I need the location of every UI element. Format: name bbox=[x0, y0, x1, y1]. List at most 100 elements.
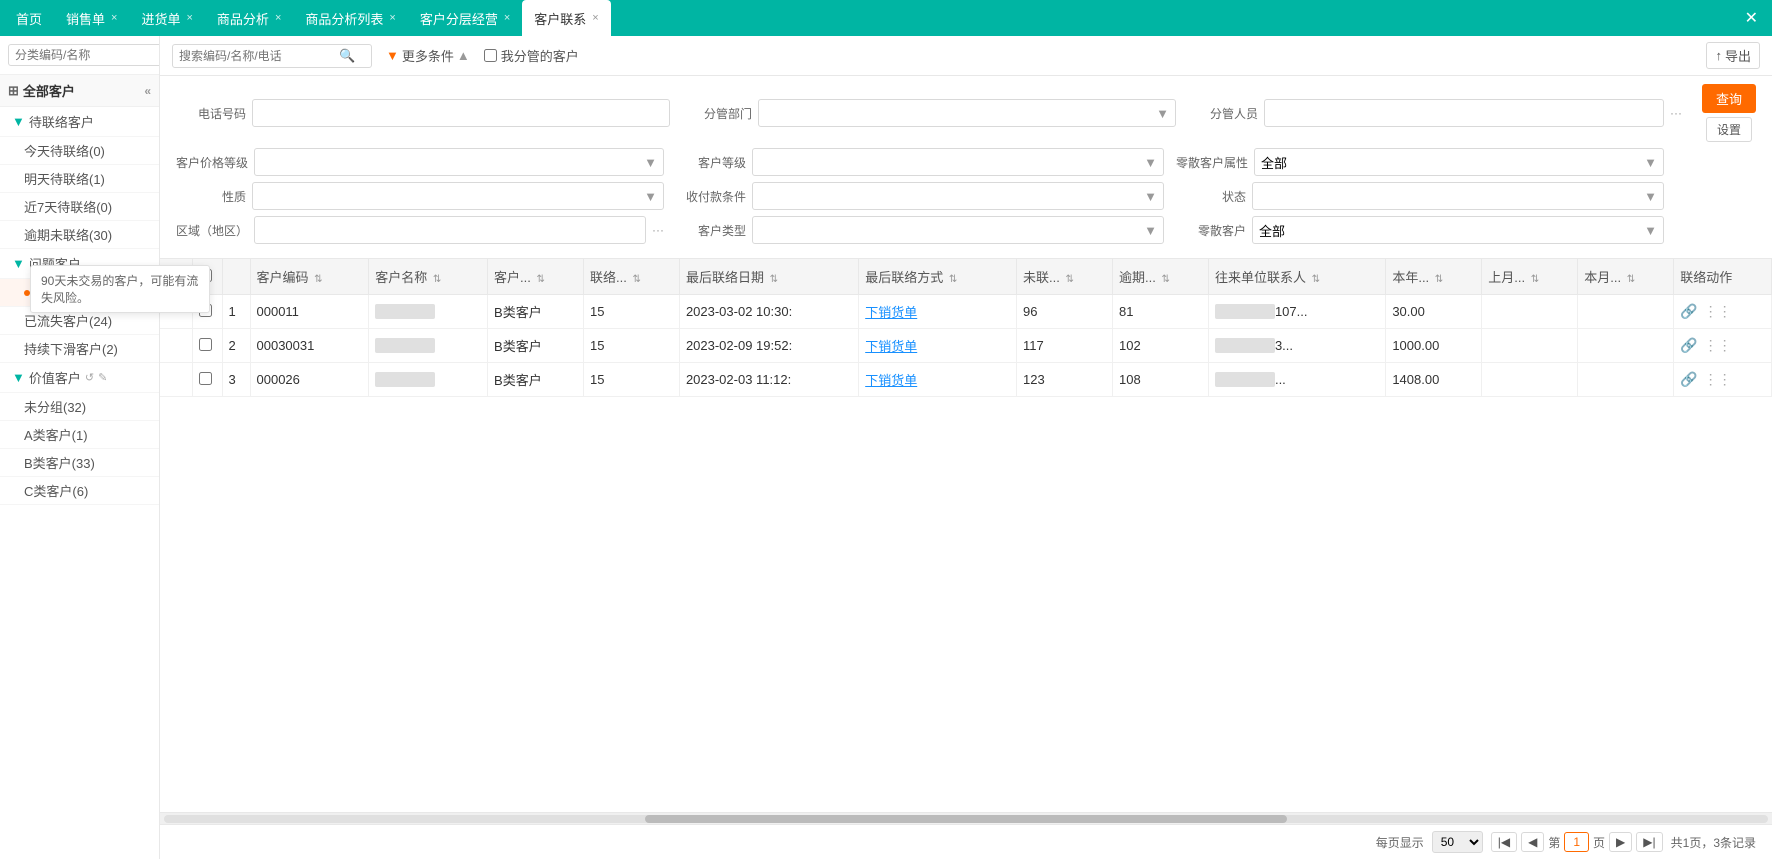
sidebar-item-a-class-label: A类客户(1) bbox=[24, 425, 88, 444]
sidebar-group-pending-label: 待联络客户 bbox=[29, 112, 94, 131]
sidebar-item-c-class[interactable]: C类客户(6) bbox=[0, 477, 159, 505]
filter-dept-select[interactable]: ▼ bbox=[758, 99, 1176, 127]
action-grid-icon[interactable]: ⋮⋮ bbox=[1704, 371, 1732, 388]
my-customers-checkbox-label[interactable]: 我分管的客户 bbox=[484, 46, 579, 65]
tab-sales-close[interactable]: × bbox=[111, 12, 117, 24]
col-this-month[interactable]: 本月... ⇅ bbox=[1578, 259, 1674, 295]
tab-customer-layer[interactable]: 客户分层经营 × bbox=[408, 0, 522, 36]
filter-person-more[interactable]: ··· bbox=[1670, 106, 1682, 120]
cell-action: 🔗 ⋮⋮ bbox=[1674, 363, 1772, 397]
tab-analysis-list[interactable]: 商品分析列表 × bbox=[293, 0, 407, 36]
my-customers-checkbox[interactable] bbox=[484, 49, 497, 62]
action-link-icon[interactable]: 🔗 bbox=[1680, 303, 1697, 320]
sidebar-item-declining[interactable]: 持续下滑客户(2) bbox=[0, 335, 159, 363]
per-page-select[interactable]: 50 100 200 bbox=[1432, 831, 1483, 853]
tab-purchase[interactable]: 进货单 × bbox=[129, 0, 204, 36]
tab-customer-contact-close[interactable]: × bbox=[592, 12, 598, 24]
action-grid-icon[interactable]: ⋮⋮ bbox=[1704, 303, 1732, 320]
last-way-link[interactable]: 下销货单 bbox=[865, 305, 917, 320]
scrollbar-thumb[interactable] bbox=[645, 815, 1287, 823]
cell-type: B类客户 bbox=[488, 329, 584, 363]
settings-btn[interactable]: 设置 bbox=[1706, 117, 1752, 142]
filter-retail-select[interactable]: 全部 ▼ bbox=[1252, 216, 1664, 244]
filter-retail: 零散客户 全部 ▼ bbox=[1176, 216, 1664, 244]
col-last-month[interactable]: 上月... ⇅ bbox=[1482, 259, 1578, 295]
col-index bbox=[222, 259, 250, 295]
sidebar-group-pending[interactable]: ▼ 待联络客户 bbox=[0, 107, 159, 137]
filter-payment-label: 收付款条件 bbox=[676, 188, 746, 205]
filter-cust-type-select[interactable]: ▼ bbox=[752, 216, 1164, 244]
more-conditions-btn[interactable]: ▼ 更多条件 ▲ bbox=[380, 43, 476, 68]
action-grid-icon[interactable]: ⋮⋮ bbox=[1704, 337, 1732, 354]
col-last-way[interactable]: 最后联络方式 ⇅ bbox=[859, 259, 1017, 295]
sidebar-item-today[interactable]: 今天待联络(0) bbox=[0, 137, 159, 165]
sidebar-item-a-class[interactable]: A类客户(1) bbox=[0, 421, 159, 449]
close-all-btn[interactable]: ✕ bbox=[1735, 8, 1768, 28]
filter-person-select[interactable] bbox=[1264, 99, 1664, 127]
col-name[interactable]: 客户名称 ⇅ bbox=[369, 259, 488, 295]
sidebar-group-value[interactable]: ▼ 价值客户 ↺ ✎ bbox=[0, 363, 159, 393]
cell-overdue: 81 bbox=[1113, 295, 1209, 329]
tab-analysis-list-close[interactable]: × bbox=[389, 12, 395, 24]
current-page: 1 bbox=[1564, 832, 1589, 852]
value-refresh-icon[interactable]: ↺ bbox=[85, 371, 94, 384]
export-btn[interactable]: ↑ 导出 bbox=[1706, 42, 1760, 69]
col-contact[interactable]: 联络... ⇅ bbox=[583, 259, 679, 295]
toolbar-search-input[interactable] bbox=[179, 49, 339, 63]
tab-analysis-close[interactable]: × bbox=[275, 12, 281, 24]
filter-region-more[interactable]: ··· bbox=[652, 223, 664, 237]
tab-analysis[interactable]: 商品分析 × bbox=[205, 0, 293, 36]
tab-customer-contact[interactable]: 客户联系 × bbox=[522, 0, 610, 36]
horizontal-scrollbar[interactable] bbox=[160, 812, 1772, 824]
prev-page-btn[interactable]: ◀ bbox=[1521, 832, 1544, 852]
action-link-icon[interactable]: 🔗 bbox=[1680, 371, 1697, 388]
next-page-btn[interactable]: ▶ bbox=[1609, 832, 1632, 852]
sidebar-item-today-label: 今天待联络(0) bbox=[24, 141, 105, 160]
caret: ▼ bbox=[1644, 223, 1657, 238]
sidebar-item-7days[interactable]: 近7天待联络(0) bbox=[0, 193, 159, 221]
col-code[interactable]: 客户编码 ⇅ bbox=[250, 259, 369, 295]
last-page-btn[interactable]: ▶| bbox=[1636, 832, 1662, 852]
page-nav: |◀ ◀ 第 1 页 ▶ ▶| bbox=[1491, 832, 1663, 852]
query-btn[interactable]: 查询 bbox=[1702, 84, 1756, 113]
col-this-year[interactable]: 本年... ⇅ bbox=[1386, 259, 1482, 295]
filter-payment-select[interactable]: ▼ bbox=[752, 182, 1164, 210]
filter-price-level-select[interactable]: ▼ bbox=[254, 148, 664, 176]
tab-customer-layer-close[interactable]: × bbox=[504, 12, 510, 24]
filter-phone-input[interactable] bbox=[252, 99, 670, 127]
table-container: ⚙ 客户编码 ⇅ 客户名称 ⇅ 客户... ⇅ 联络... ⇅ 最后联络日期 ⇅… bbox=[160, 259, 1772, 812]
cell-not-contact: 96 bbox=[1017, 295, 1113, 329]
sidebar-item-ungrouped[interactable]: 未分组(32) bbox=[0, 393, 159, 421]
tab-sales[interactable]: 销售单 × bbox=[54, 0, 129, 36]
sidebar-root[interactable]: ⊞ 全部客户 « bbox=[0, 75, 159, 107]
row-checkbox[interactable] bbox=[199, 338, 212, 351]
sidebar-item-overdue[interactable]: 逾期未联络(30) bbox=[0, 221, 159, 249]
last-way-link[interactable]: 下销货单 bbox=[865, 373, 917, 388]
tab-home[interactable]: 首页 bbox=[4, 0, 54, 36]
tab-purchase-close[interactable]: × bbox=[186, 12, 192, 24]
filter-retail-attr-select[interactable]: 全部 ▼ bbox=[1254, 148, 1664, 176]
filter-nature-select[interactable]: ▼ bbox=[252, 182, 664, 210]
first-page-btn[interactable]: |◀ bbox=[1491, 832, 1517, 852]
last-way-link[interactable]: 下销货单 bbox=[865, 339, 917, 354]
col-type[interactable]: 客户... ⇅ bbox=[488, 259, 584, 295]
filter-region-select[interactable] bbox=[254, 216, 646, 244]
cell-action: 🔗 ⋮⋮ bbox=[1674, 295, 1772, 329]
value-edit-icon[interactable]: ✎ bbox=[98, 371, 107, 384]
sidebar-search-input[interactable] bbox=[8, 44, 160, 66]
filter-cust-type-label: 客户类型 bbox=[676, 222, 746, 239]
sidebar-item-b-class[interactable]: B类客户(33) bbox=[0, 449, 159, 477]
row-checkbox[interactable] bbox=[199, 372, 212, 385]
filter-status-select[interactable]: ▼ bbox=[1252, 182, 1664, 210]
cell-code: 000011 bbox=[250, 295, 369, 329]
query-settings: 查询 设置 bbox=[1702, 84, 1756, 142]
col-unit-contact[interactable]: 往来单位联系人 ⇅ bbox=[1208, 259, 1385, 295]
filter-cust-level-select[interactable]: ▼ bbox=[752, 148, 1164, 176]
filter-row-4: 区域（地区） ··· 客户类型 ▼ 零散客户 bbox=[176, 216, 1756, 244]
col-last-date[interactable]: 最后联络日期 ⇅ bbox=[679, 259, 858, 295]
col-overdue[interactable]: 逾期... ⇅ bbox=[1113, 259, 1209, 295]
toolbar-search-icon[interactable]: 🔍 bbox=[339, 48, 355, 64]
action-link-icon[interactable]: 🔗 bbox=[1680, 337, 1697, 354]
sidebar-item-tomorrow[interactable]: 明天待联络(1) bbox=[0, 165, 159, 193]
col-not-contact[interactable]: 未联... ⇅ bbox=[1017, 259, 1113, 295]
